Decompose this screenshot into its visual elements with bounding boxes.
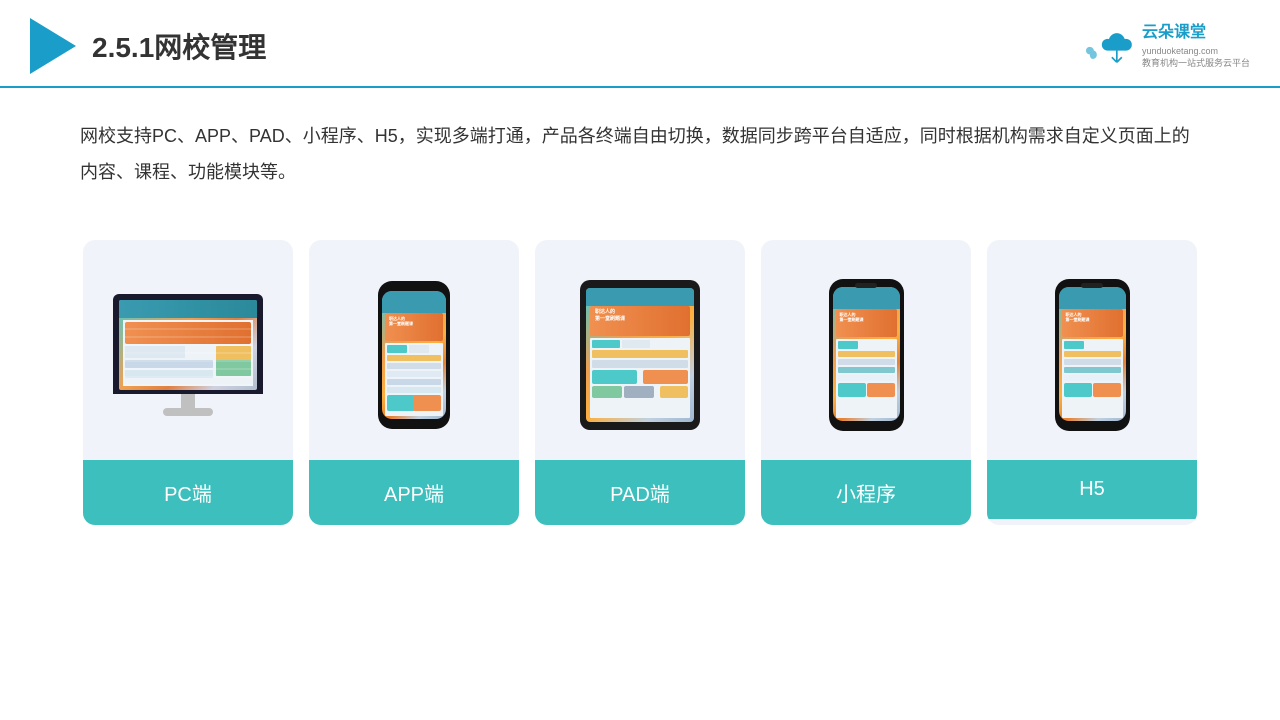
card-app: 职达人的第一堂刷题课 APP端 — [309, 240, 519, 525]
cloud-logo: 云朵课堂 yunduoketang.com 教育机构一站式服务云平台 — [1086, 22, 1250, 70]
description-text: 网校支持PC、APP、PAD、小程序、H5，实现多端打通，产品各终端自由切换，数… — [0, 88, 1280, 200]
cards-section: PC端 职达人的第一堂刷题课 — [0, 210, 1280, 555]
card-miniapp-label: 小程序 — [761, 460, 971, 525]
card-h5-image: 职达人的第一堂刷题课 — [987, 240, 1197, 460]
logo-url: yunduoketang.com — [1142, 45, 1250, 58]
app-phone-icon: 职达人的第一堂刷题课 — [378, 281, 450, 429]
phone-screen: 职达人的第一堂刷题课 — [382, 291, 446, 419]
mini-phone-screen: 职达人的第一堂刷题课 — [833, 287, 900, 421]
mini-phone-notch — [855, 283, 877, 288]
header-left: 2.5.1网校管理 — [30, 18, 266, 74]
header-right: 云朵课堂 yunduoketang.com 教育机构一站式服务云平台 — [1086, 22, 1250, 70]
pad-tablet-icon: 职达人的第一堂刷题课 — [580, 280, 700, 430]
card-pc-label: PC端 — [83, 460, 293, 525]
miniapp-phone-icon: 职达人的第一堂刷题课 — [829, 279, 904, 431]
tablet-screen: 职达人的第一堂刷题课 — [586, 288, 694, 422]
pc-monitor-icon — [113, 294, 263, 416]
logo-main: 云朵课堂 — [1142, 22, 1250, 44]
description-paragraph: 网校支持PC、APP、PAD、小程序、H5，实现多端打通，产品各终端自由切换，数… — [80, 118, 1200, 190]
card-app-image: 职达人的第一堂刷题课 — [309, 240, 519, 460]
card-miniapp-image: 职达人的第一堂刷题课 — [761, 240, 971, 460]
card-pc: PC端 — [83, 240, 293, 525]
card-miniapp: 职达人的第一堂刷题课 小程序 — [761, 240, 971, 525]
cloud-icon — [1086, 27, 1136, 65]
page-title: 2.5.1网校管理 — [92, 26, 266, 66]
card-pc-image — [83, 240, 293, 460]
card-h5-label: H5 — [987, 460, 1197, 519]
card-pad-label: PAD端 — [535, 460, 745, 525]
card-app-label: APP端 — [309, 460, 519, 525]
h5-phone-icon: 职达人的第一堂刷题课 — [1055, 279, 1130, 431]
card-pad: 职达人的第一堂刷题课 PAD端 — [535, 240, 745, 525]
h5-screen: 职达人的第一堂刷题课 — [1059, 287, 1126, 421]
brand-triangle-icon — [30, 18, 76, 74]
logo-tagline: 教育机构一站式服务云平台 — [1142, 57, 1250, 70]
phone-notch — [404, 286, 424, 291]
card-h5: 职达人的第一堂刷题课 H5 — [987, 240, 1197, 525]
logo-text: 云朵课堂 yunduoketang.com 教育机构一站式服务云平台 — [1142, 22, 1250, 70]
card-pad-image: 职达人的第一堂刷题课 — [535, 240, 745, 460]
h5-notch — [1081, 283, 1103, 288]
header: 2.5.1网校管理 云朵课堂 yunduoketang.com 教育机构一站式服… — [0, 0, 1280, 88]
